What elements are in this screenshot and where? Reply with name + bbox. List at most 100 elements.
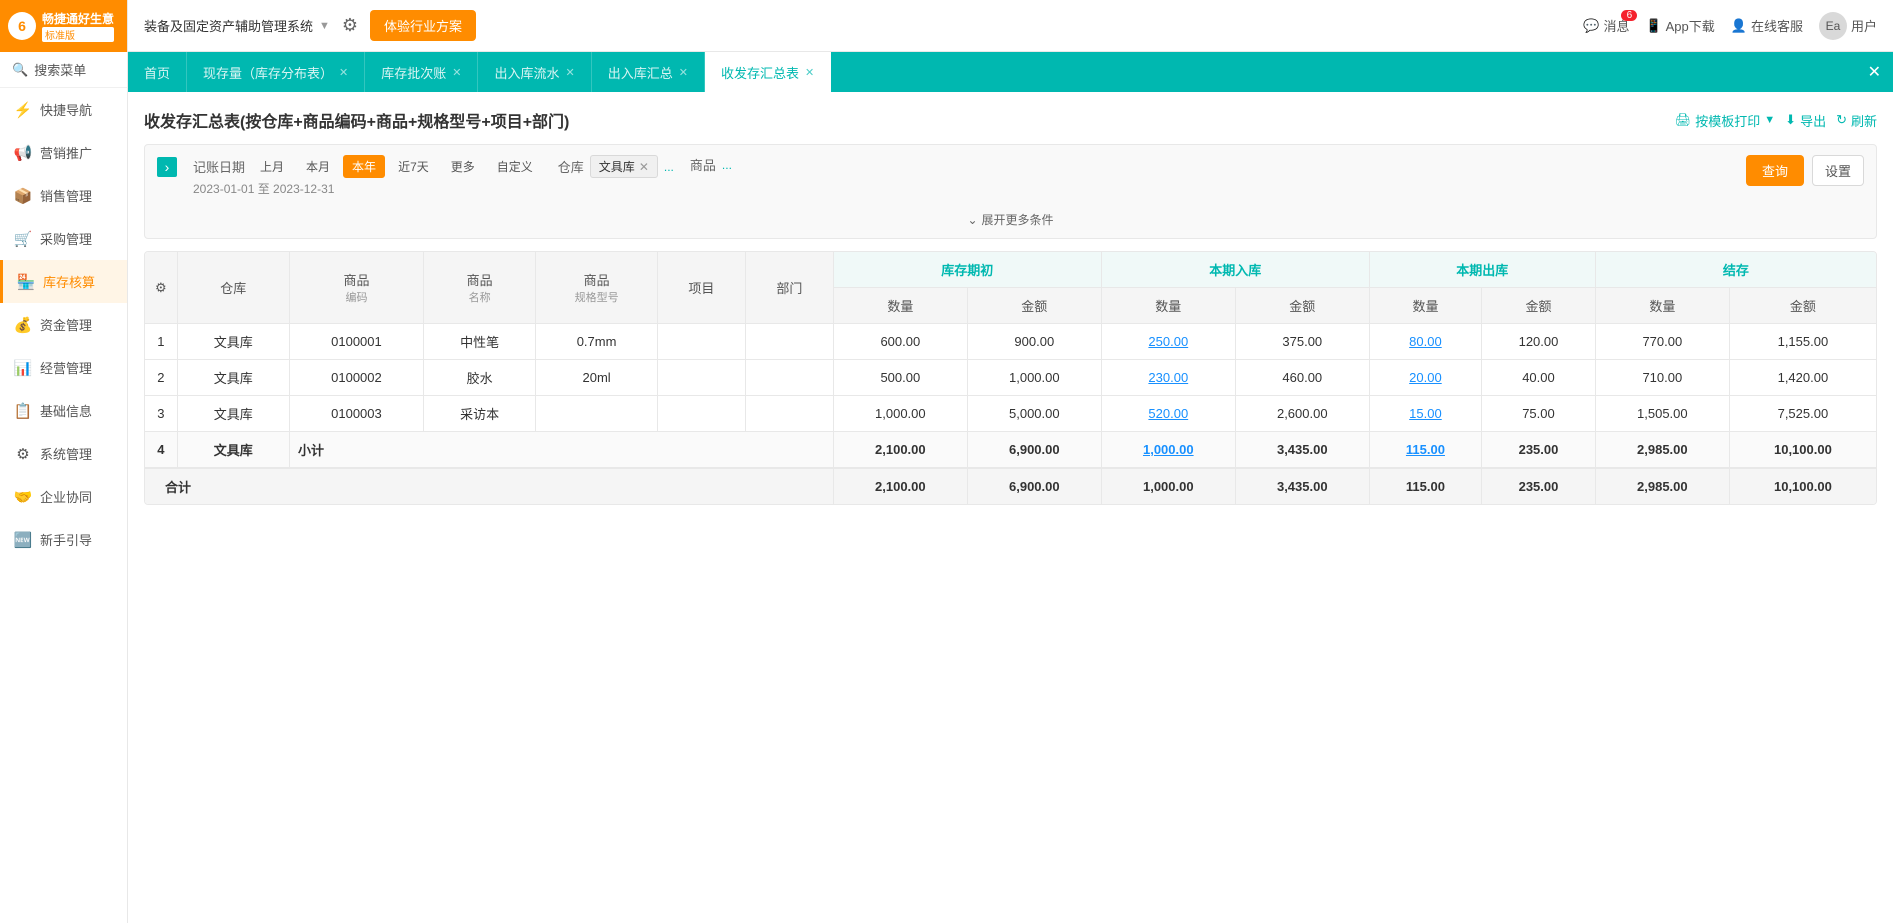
main-content: 装备及固定资产辅助管理系统 ▼ ⚙ 体验行业方案 💬 消息 6 📱 App下载 … xyxy=(128,0,1893,923)
tab-batch-label: 库存批次账 xyxy=(381,63,446,82)
subtotal-open-qty: 2,100.00 xyxy=(833,432,967,469)
sidebar-item-system[interactable]: ⚙ 系统管理 xyxy=(0,432,127,475)
sidebar-item-inventory[interactable]: 🏪 库存核算 xyxy=(0,260,127,303)
cell-close-amt: 1,420.00 xyxy=(1729,360,1876,396)
cell-dept xyxy=(745,360,833,396)
system-title-select[interactable]: 装备及固定资产辅助管理系统 ▼ xyxy=(144,16,330,35)
expand-more-btn[interactable]: ⌄ 展开更多条件 xyxy=(967,211,1053,228)
tab-stock-summary-close[interactable]: ✕ xyxy=(805,66,814,79)
cell-dept xyxy=(745,396,833,432)
service-icon: 👤 xyxy=(1731,18,1747,34)
cell-in-amt: 460.00 xyxy=(1235,360,1369,396)
sidebar-item-basic[interactable]: 📋 基础信息 xyxy=(0,389,127,432)
tab-batch[interactable]: 库存批次账 ✕ xyxy=(365,52,478,92)
sidebar-item-marketing[interactable]: 📢 营销推广 xyxy=(0,131,127,174)
sidebar-item-label: 快捷导航 xyxy=(40,100,92,119)
date-btn-more[interactable]: 更多 xyxy=(442,155,484,178)
tab-stock-summary-label: 收发存汇总表 xyxy=(721,63,799,82)
user-action[interactable]: Ea 用户 xyxy=(1819,12,1877,40)
cell-close-qty: 710.00 xyxy=(1595,360,1729,396)
cell-in-qty[interactable]: 520.00 xyxy=(1101,396,1235,432)
cell-out-amt: 120.00 xyxy=(1482,324,1596,360)
trial-button[interactable]: 体验行业方案 xyxy=(370,10,476,41)
footer-close-amt: 10,100.00 xyxy=(1729,468,1876,504)
refresh-btn[interactable]: ↻ 刷新 xyxy=(1836,111,1877,130)
page-actions: 🖨 按模板打印 ▼ ⬇ 导出 ↻ 刷新 xyxy=(1675,111,1877,130)
cell-out-qty[interactable]: 15.00 xyxy=(1369,396,1481,432)
tab-stock-dist[interactable]: 现存量（库存分布表） ✕ xyxy=(187,52,365,92)
operation-icon: 📊 xyxy=(14,359,32,377)
date-btn-this-year[interactable]: 本年 xyxy=(343,155,385,178)
tab-batch-close[interactable]: ✕ xyxy=(452,66,461,79)
cell-close-qty: 770.00 xyxy=(1595,324,1729,360)
subtotal-close-qty: 2,985.00 xyxy=(1595,432,1729,469)
sidebar-item-label: 资金管理 xyxy=(40,315,92,334)
basic-icon: 📋 xyxy=(14,402,32,420)
tab-stock-summary[interactable]: 收发存汇总表 ✕ xyxy=(705,52,831,92)
message-action[interactable]: 💬 消息 6 xyxy=(1583,16,1629,35)
tab-inout-summary-close[interactable]: ✕ xyxy=(679,66,688,79)
cell-in-qty[interactable]: 250.00 xyxy=(1101,324,1235,360)
filter-settings-button[interactable]: 设置 xyxy=(1812,155,1864,186)
cell-goods-spec: 20ml xyxy=(536,360,658,396)
app-download-action[interactable]: 📱 App下载 xyxy=(1645,16,1714,35)
tab-inout-flow-close[interactable]: ✕ xyxy=(566,66,575,79)
tab-home-label: 首页 xyxy=(144,63,170,82)
th-goods-name: 商品名称 xyxy=(423,252,535,324)
cell-out-qty[interactable]: 80.00 xyxy=(1369,324,1481,360)
tab-inout-summary[interactable]: 出入库汇总 ✕ xyxy=(592,52,705,92)
online-service-action[interactable]: 👤 在线客服 xyxy=(1731,16,1803,35)
warehouse-more[interactable]: ... xyxy=(664,160,674,174)
search-icon: 🔍 xyxy=(12,62,28,78)
message-badge: 6 xyxy=(1621,10,1637,21)
tab-stock-dist-close[interactable]: ✕ xyxy=(339,66,348,79)
footer-in-amt: 3,435.00 xyxy=(1235,468,1369,504)
cell-goods-code: 0100001 xyxy=(289,324,423,360)
sidebar-item-label: 销售管理 xyxy=(40,186,92,205)
printer-icon: 🖨 xyxy=(1675,112,1692,128)
expand-more-label: 展开更多条件 xyxy=(982,211,1054,228)
warehouse-label: 仓库 xyxy=(558,157,584,176)
sidebar-item-sales[interactable]: 📦 销售管理 xyxy=(0,174,127,217)
date-btn-7days[interactable]: 近7天 xyxy=(389,155,438,178)
sidebar-item-collab[interactable]: 🤝 企业协同 xyxy=(0,475,127,518)
tab-bar-close-all[interactable]: ✕ xyxy=(1856,62,1893,82)
subtotal-close-amt: 10,100.00 xyxy=(1729,432,1876,469)
goods-more[interactable]: ... xyxy=(722,158,732,172)
tab-inout-flow[interactable]: 出入库流水 ✕ xyxy=(478,52,591,92)
th-dept: 部门 xyxy=(745,252,833,324)
subtotal-in-qty: 1,000.00 xyxy=(1101,432,1235,469)
cell-goods-code: 0100002 xyxy=(289,360,423,396)
warehouse-tag-remove[interactable]: ✕ xyxy=(639,160,649,174)
footer-out-qty: 115.00 xyxy=(1369,468,1481,504)
sidebar-item-operation[interactable]: 📊 经营管理 xyxy=(0,346,127,389)
th-out-qty: 数量 xyxy=(1369,288,1481,324)
date-btn-last-month[interactable]: 上月 xyxy=(251,155,293,178)
subtotal-open-amt: 6,900.00 xyxy=(967,432,1101,469)
sidebar-item-guide[interactable]: 🆕 新手引导 xyxy=(0,518,127,561)
filter-expand-arrow[interactable]: › xyxy=(157,157,177,177)
th-settings[interactable]: ⚙ xyxy=(145,252,177,324)
logo-text: 畅捷通好生意 标准版 xyxy=(42,10,114,42)
date-btn-this-month[interactable]: 本月 xyxy=(297,155,339,178)
print-template-btn[interactable]: 🖨 按模板打印 ▼ xyxy=(1675,111,1775,130)
cell-warehouse: 文具库 xyxy=(177,324,289,360)
sidebar-item-label: 系统管理 xyxy=(40,444,92,463)
search-menu[interactable]: 🔍 搜索菜单 xyxy=(0,52,127,88)
export-btn[interactable]: ⬇ 导出 xyxy=(1785,111,1826,130)
cell-out-qty[interactable]: 20.00 xyxy=(1369,360,1481,396)
date-filter-label: 记账日期 xyxy=(193,157,245,176)
settings-icon[interactable]: ⚙ xyxy=(342,15,358,36)
sidebar-item-finance[interactable]: 💰 资金管理 xyxy=(0,303,127,346)
tab-home[interactable]: 首页 xyxy=(128,52,187,92)
sidebar-item-purchase[interactable]: 🛒 采购管理 xyxy=(0,217,127,260)
cell-open-qty: 500.00 xyxy=(833,360,967,396)
collab-icon: 🤝 xyxy=(14,488,32,506)
date-btn-custom[interactable]: 自定义 xyxy=(488,155,542,178)
sidebar-item-quick[interactable]: ⚡ 快捷导航 xyxy=(0,88,127,131)
cell-open-qty: 600.00 xyxy=(833,324,967,360)
subtotal-no: 4 xyxy=(145,432,177,469)
query-button[interactable]: 查询 xyxy=(1746,155,1804,186)
th-in-amt: 金额 xyxy=(1235,288,1369,324)
cell-in-qty[interactable]: 230.00 xyxy=(1101,360,1235,396)
